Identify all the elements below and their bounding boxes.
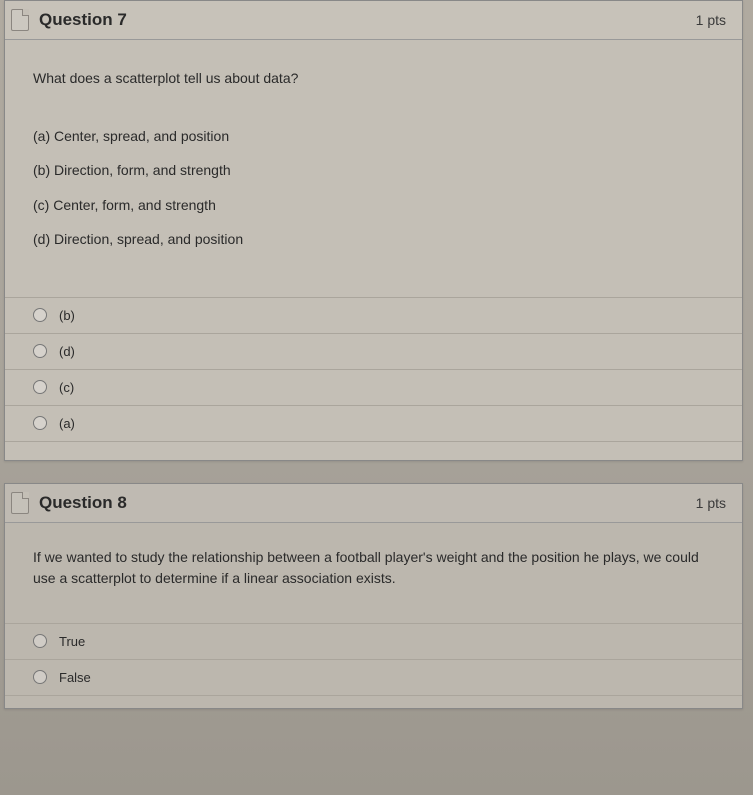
answer-option-b[interactable]: (b) — [5, 297, 742, 333]
question-7-choices-block: (a) Center, spread, and position (b) Dir… — [33, 119, 714, 257]
choice-d: (d) Direction, spread, and position — [33, 222, 714, 256]
answer-label: False — [59, 670, 91, 685]
answer-label: (d) — [59, 344, 75, 359]
question-7-answer-list: (b) (d) (c) (a) — [5, 297, 742, 442]
radio-icon[interactable] — [33, 308, 47, 322]
question-7-prompt: What does a scatterplot tell us about da… — [33, 68, 714, 89]
question-7-header-left: Question 7 — [5, 9, 127, 31]
answer-option-c[interactable]: (c) — [5, 369, 742, 405]
answer-option-d[interactable]: (d) — [5, 333, 742, 369]
choice-b: (b) Direction, form, and strength — [33, 153, 714, 187]
question-8-body: If we wanted to study the relationship b… — [5, 523, 742, 708]
question-8-answer-list: True False — [5, 623, 742, 696]
question-8-header: Question 8 1 pts — [5, 484, 742, 523]
page-icon — [11, 492, 29, 514]
page-icon — [11, 9, 29, 31]
choice-a: (a) Center, spread, and position — [33, 119, 714, 153]
question-7-title: Question 7 — [39, 10, 127, 30]
radio-icon[interactable] — [33, 416, 47, 430]
question-7-header: Question 7 1 pts — [5, 1, 742, 40]
answer-option-false[interactable]: False — [5, 659, 742, 696]
choice-c: (c) Center, form, and strength — [33, 188, 714, 222]
answer-option-true[interactable]: True — [5, 623, 742, 659]
answer-option-a[interactable]: (a) — [5, 405, 742, 442]
question-8-card: Question 8 1 pts If we wanted to study t… — [4, 483, 743, 709]
answer-label: True — [59, 634, 85, 649]
radio-icon[interactable] — [33, 380, 47, 394]
radio-icon[interactable] — [33, 344, 47, 358]
question-7-body: What does a scatterplot tell us about da… — [5, 40, 742, 460]
question-7-points: 1 pts — [696, 12, 726, 28]
answer-label: (b) — [59, 308, 75, 323]
question-8-header-left: Question 8 — [5, 492, 127, 514]
answer-label: (a) — [59, 416, 75, 431]
question-8-title: Question 8 — [39, 493, 127, 513]
question-8-points: 1 pts — [696, 495, 726, 511]
radio-icon[interactable] — [33, 634, 47, 648]
question-7-card: Question 7 1 pts What does a scatterplot… — [4, 0, 743, 461]
answer-label: (c) — [59, 380, 74, 395]
radio-icon[interactable] — [33, 670, 47, 684]
question-8-prompt: If we wanted to study the relationship b… — [33, 547, 714, 589]
